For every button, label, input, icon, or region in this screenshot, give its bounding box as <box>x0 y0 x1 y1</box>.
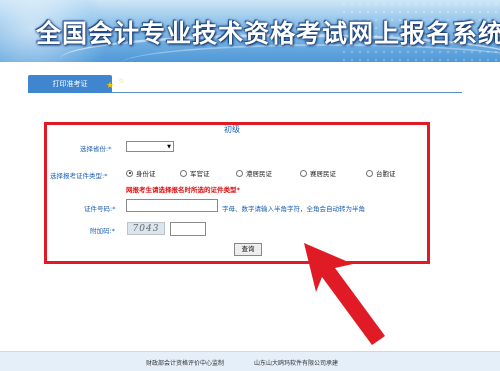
footer-supervisor: 财政部会计资格评价中心监制 <box>146 360 225 367</box>
footer: 财政部会计资格评价中心监制 山东山大鸥玛软件有限公司承建 <box>0 351 500 371</box>
footer-contractor: 山东山大鸥玛软件有限公司承建 <box>254 360 339 367</box>
annotation-arrow <box>304 243 385 345</box>
page: 全国会计专业技术资格考试网上报名系统 打印准考证 ★ ☆ 初级 选择省份:* ▼… <box>0 0 500 371</box>
